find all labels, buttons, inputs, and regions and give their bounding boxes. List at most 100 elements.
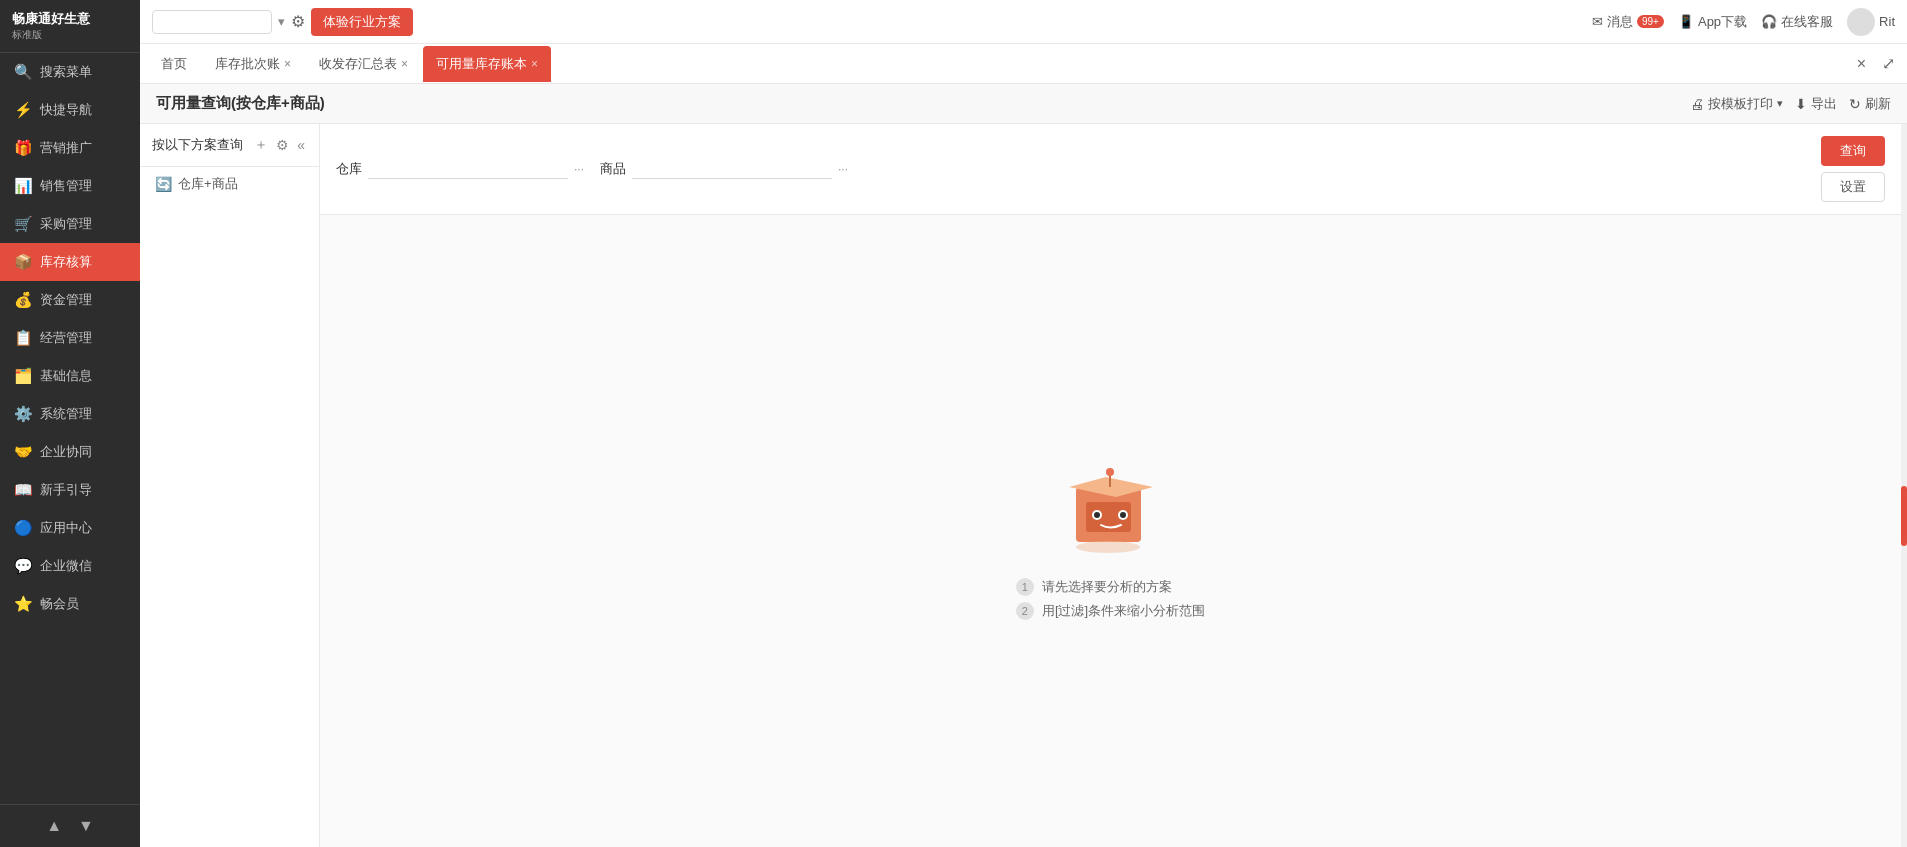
inventory-icon: 📦 <box>14 253 32 271</box>
sidebar-item-label: 库存核算 <box>40 253 92 271</box>
topbar-left: ▾ ⚙ 体验行业方案 <box>152 8 1584 36</box>
tip-text-2: 用[过滤]条件来缩小分析范围 <box>1042 602 1205 620</box>
app-download-icon: 📱 <box>1678 14 1694 29</box>
warehouse-product-icon: 🔄 <box>154 175 172 193</box>
topbar-search-input[interactable] <box>152 10 272 34</box>
query-button[interactable]: 查询 <box>1821 136 1885 166</box>
sidebar-item-label: 系统管理 <box>40 405 92 423</box>
sidebar-item-label: 采购管理 <box>40 215 92 233</box>
sidebar-item-operations[interactable]: 📋 经营管理 <box>0 319 140 357</box>
refresh-icon: ↻ <box>1849 96 1861 112</box>
scroll-down-button[interactable]: ▼ <box>70 813 102 839</box>
content-area: 按以下方案查询 ＋ ⚙ « 🔄 仓库+商品 仓库 ··· <box>140 124 1907 847</box>
sidebar-item-wechat[interactable]: 💬 企业微信 <box>0 547 140 585</box>
app-download-button[interactable]: 📱 App下载 <box>1678 13 1747 31</box>
right-scrollbar[interactable] <box>1901 124 1907 847</box>
sidebar-item-shortcut[interactable]: ⚡ 快捷导航 <box>0 91 140 129</box>
empty-illustration <box>1051 442 1171 562</box>
app-download-label: App下载 <box>1698 13 1747 31</box>
message-button[interactable]: ✉ 消息 99+ <box>1592 13 1664 31</box>
message-icon: ✉ <box>1592 14 1603 29</box>
query-fields: 仓库 ··· 商品 ··· 查询 设置 <box>320 124 1901 215</box>
tab-batch-ledger-label: 库存批次账 <box>215 55 280 73</box>
sidebar-item-finance[interactable]: 💰 资金管理 <box>0 281 140 319</box>
industry-btn[interactable]: 体验行业方案 <box>311 8 413 36</box>
filter-panel-title: 按以下方案查询 <box>152 136 243 154</box>
sidebar-item-enterprise[interactable]: 🤝 企业协同 <box>0 433 140 471</box>
tab-deposit-summary[interactable]: 收发存汇总表 × <box>306 46 421 82</box>
sidebar-item-label: 企业协同 <box>40 443 92 461</box>
sidebar-item-sales[interactable]: 📊 销售管理 <box>0 167 140 205</box>
tab-batch-ledger-close[interactable]: × <box>284 57 291 71</box>
svg-point-7 <box>1106 468 1114 476</box>
window-expand-button[interactable]: ⤢ <box>1878 50 1899 77</box>
main-content: ▾ ⚙ 体验行业方案 ✉ 消息 99+ 📱 App下载 🎧 在线客服 Rit <box>140 0 1907 847</box>
wechat-icon: 💬 <box>14 557 32 575</box>
sidebar-item-label: 快捷导航 <box>40 101 92 119</box>
user-label: Rit <box>1879 14 1895 29</box>
template-print-button[interactable]: 🖨 按模板打印 ▾ <box>1690 95 1783 113</box>
sidebar-item-inventory[interactable]: 📦 库存核算 <box>0 243 140 281</box>
sidebar-item-label: 经营管理 <box>40 329 92 347</box>
sidebar-item-label: 企业微信 <box>40 557 92 575</box>
product-more-button[interactable]: ··· <box>838 162 848 176</box>
sidebar-item-label: 新手引导 <box>40 481 92 499</box>
topbar-dropdown-icon[interactable]: ▾ <box>278 14 285 29</box>
online-service-button[interactable]: 🎧 在线客服 <box>1761 13 1833 31</box>
sidebar-item-label: 畅会员 <box>40 595 79 613</box>
tab-home[interactable]: 首页 <box>148 46 200 82</box>
service-label: 在线客服 <box>1781 13 1833 31</box>
empty-tip-1: 1 请先选择要分析的方案 <box>1016 578 1205 596</box>
operations-icon: 📋 <box>14 329 32 347</box>
sidebar-item-search[interactable]: 🔍 搜索菜单 <box>0 53 140 91</box>
tab-batch-ledger[interactable]: 库存批次账 × <box>202 46 304 82</box>
sidebar-item-label: 应用中心 <box>40 519 92 537</box>
shortcut-icon: ⚡ <box>14 101 32 119</box>
sidebar-bottom: ▲ ▼ <box>0 804 140 847</box>
export-button[interactable]: ⬇ 导出 <box>1795 95 1837 113</box>
settings-button[interactable]: 设置 <box>1821 172 1885 202</box>
sidebar-item-member[interactable]: ⭐ 畅会员 <box>0 585 140 623</box>
export-label: 导出 <box>1811 95 1837 113</box>
sidebar-item-apps[interactable]: 🔵 应用中心 <box>0 509 140 547</box>
sidebar-item-guide[interactable]: 📖 新手引导 <box>0 471 140 509</box>
refresh-button[interactable]: ↻ 刷新 <box>1849 95 1891 113</box>
sidebar-item-purchase[interactable]: 🛒 采购管理 <box>0 205 140 243</box>
topbar-gear-icon[interactable]: ⚙ <box>291 12 305 31</box>
sidebar-item-marketing[interactable]: 🎁 营销推广 <box>0 129 140 167</box>
warehouse-more-button[interactable]: ··· <box>574 162 584 176</box>
message-badge: 99+ <box>1637 15 1664 28</box>
sidebar-header: 畅康通好生意 标准版 <box>0 0 140 53</box>
empty-svg-illustration <box>1051 442 1171 562</box>
sidebar-item-label: 搜索菜单 <box>40 63 92 81</box>
window-close-button[interactable]: × <box>1853 51 1870 77</box>
tip-text-1: 请先选择要分析的方案 <box>1042 578 1172 596</box>
filter-panel-header: 按以下方案查询 ＋ ⚙ « <box>140 124 319 167</box>
tip-number-1: 1 <box>1016 578 1034 596</box>
tab-available-ledger[interactable]: 可用量库存账本 × <box>423 46 551 82</box>
tab-deposit-summary-close[interactable]: × <box>401 57 408 71</box>
query-panel: 仓库 ··· 商品 ··· 查询 设置 <box>320 124 1901 847</box>
filter-item-warehouse-product[interactable]: 🔄 仓库+商品 <box>140 167 319 201</box>
product-field: 商品 ··· <box>600 159 848 179</box>
filter-add-button[interactable]: ＋ <box>252 134 270 156</box>
page-header: 可用量查询(按仓库+商品) 🖨 按模板打印 ▾ ⬇ 导出 ↻ 刷新 <box>140 84 1907 124</box>
print-icon: 🖨 <box>1690 96 1704 112</box>
product-input[interactable] <box>632 159 832 179</box>
warehouse-input[interactable] <box>368 159 568 179</box>
user-avatar-area[interactable]: Rit <box>1847 8 1895 36</box>
sidebar-nav: 🔍 搜索菜单 ⚡ 快捷导航 🎁 营销推广 📊 销售管理 🛒 采购管理 📦 库存核… <box>0 53 140 804</box>
empty-tips: 1 请先选择要分析的方案 2 用[过滤]条件来缩小分析范围 <box>1016 578 1205 620</box>
query-action-buttons: 查询 设置 <box>1821 136 1885 202</box>
service-icon: 🎧 <box>1761 14 1777 29</box>
scroll-up-button[interactable]: ▲ <box>38 813 70 839</box>
filter-settings-button[interactable]: ⚙ <box>274 135 291 155</box>
filter-item-label: 仓库+商品 <box>178 175 238 193</box>
filter-collapse-button[interactable]: « <box>295 135 307 155</box>
print-dropdown-icon[interactable]: ▾ <box>1777 97 1783 110</box>
warehouse-label: 仓库 <box>336 160 362 178</box>
sidebar-item-system[interactable]: ⚙️ 系统管理 <box>0 395 140 433</box>
guide-icon: 📖 <box>14 481 32 499</box>
tab-available-ledger-close[interactable]: × <box>531 57 538 71</box>
sidebar-item-basic[interactable]: 🗂️ 基础信息 <box>0 357 140 395</box>
